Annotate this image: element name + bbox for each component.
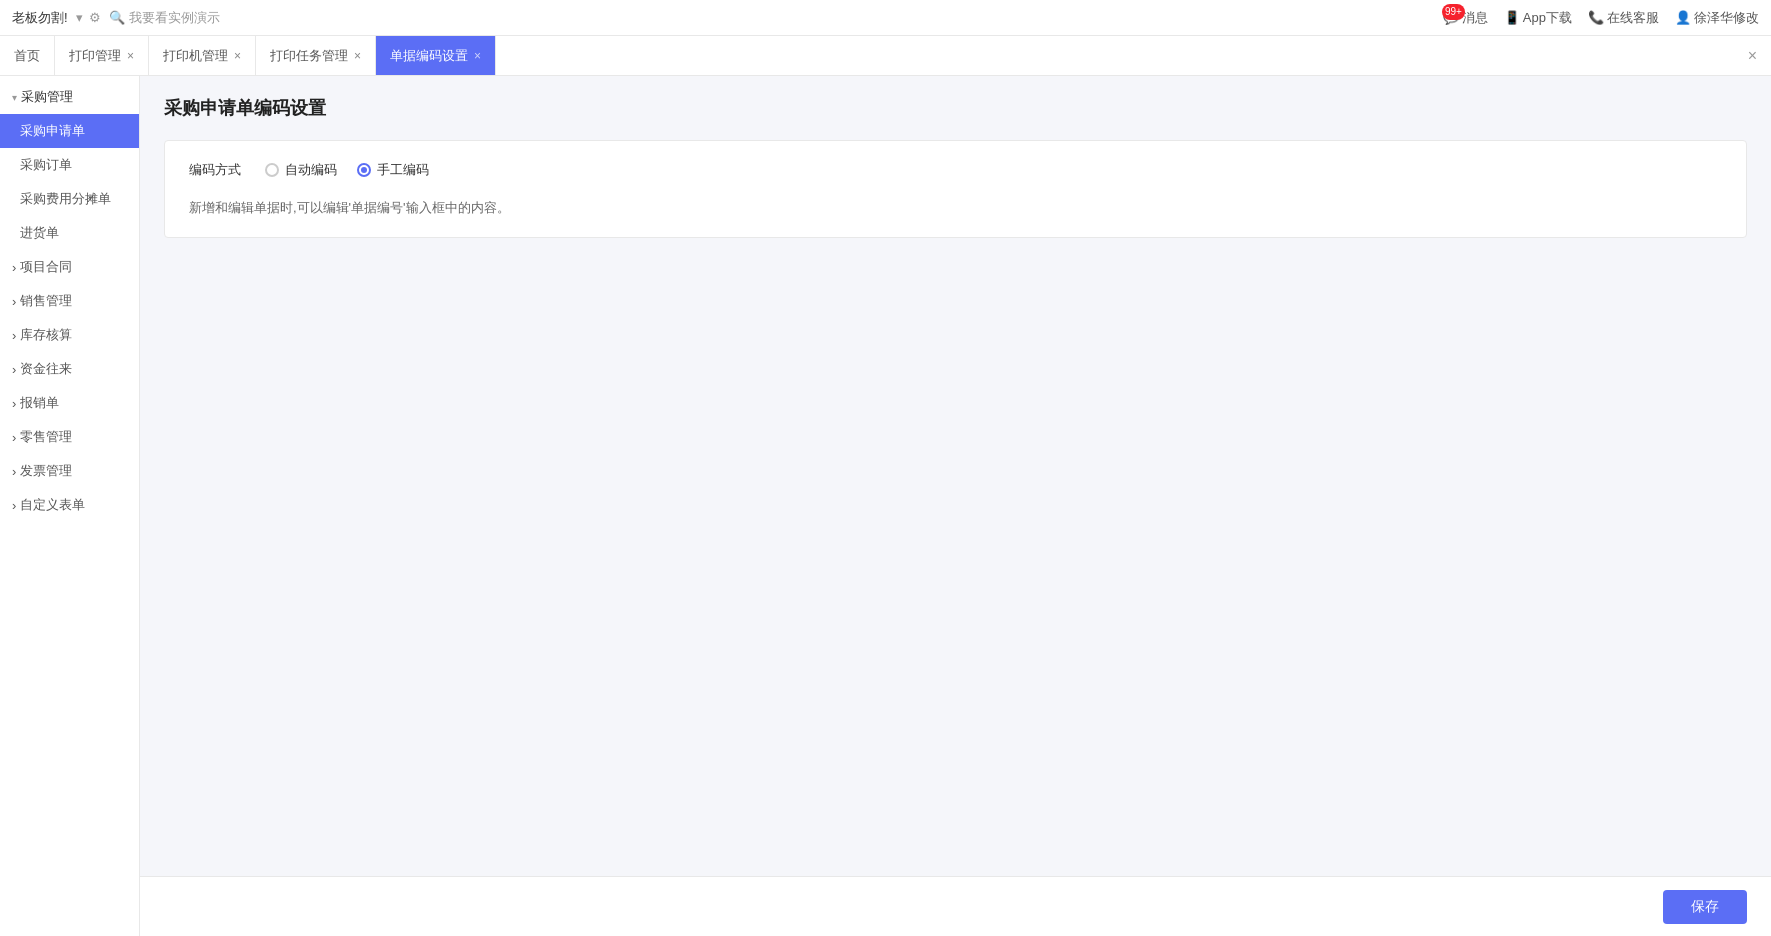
sidebar-group-sales-mgmt[interactable]: › 销售管理 xyxy=(0,284,139,318)
sidebar-group-retail-label: 零售管理 xyxy=(20,428,72,446)
manual-code-label: 手工编码 xyxy=(377,161,429,179)
arrow-icon-2: › xyxy=(12,260,16,275)
page-title: 采购申请单编码设置 xyxy=(164,96,1747,120)
sidebar-group-capital-label: 资金往来 xyxy=(20,360,72,378)
app-download-label: App下载 xyxy=(1523,9,1572,27)
sidebar-item-stock-in[interactable]: 进货单 xyxy=(0,216,139,250)
settings-icon[interactable]: ⚙ xyxy=(89,10,101,25)
app-download-item[interactable]: 📱 App下载 xyxy=(1504,9,1572,27)
sidebar-group-purchase: ▾ 采购管理 采购申请单 采购订单 采购费用分摊单 进货单 xyxy=(0,80,139,250)
manual-code-radio[interactable] xyxy=(357,163,371,177)
auto-code-option[interactable]: 自动编码 xyxy=(265,161,337,179)
top-bar: 老板勿割! ▾ ⚙ 🔍 我要看实例演示 💬 99+ 消息 📱 App下载 📞 在… xyxy=(0,0,1771,36)
auto-code-label: 自动编码 xyxy=(285,161,337,179)
tab-single-barcode-close[interactable]: × xyxy=(474,49,481,63)
notification-label: 消息 xyxy=(1462,9,1488,27)
top-bar-left: 老板勿割! ▾ ⚙ 🔍 我要看实例演示 xyxy=(12,9,220,27)
encoding-card: 编码方式 自动编码 手工编码 新增和编辑单据时,可以编辑'单据编号'输入框中的内… xyxy=(164,140,1747,238)
tab-bar: 首页 打印管理 × 打印机管理 × 打印任务管理 × 单据编码设置 × × xyxy=(0,36,1771,76)
arrow-icon-7: › xyxy=(12,430,16,445)
arrow-icon-5: › xyxy=(12,362,16,377)
tab-home[interactable]: 首页 xyxy=(0,36,55,75)
chevron-icon[interactable]: ▾ xyxy=(76,10,83,25)
top-bar-right: 💬 99+ 消息 📱 App下载 📞 在线客服 👤 徐泽华修改 xyxy=(1443,9,1759,27)
sidebar-item-purchase-request[interactable]: 采购申请单 xyxy=(0,114,139,148)
sidebar-item-purchase-expense[interactable]: 采购费用分摊单 xyxy=(0,182,139,216)
online-service-item[interactable]: 📞 在线客服 xyxy=(1588,9,1659,27)
sidebar-group-capital[interactable]: › 资金往来 xyxy=(0,352,139,386)
sidebar-group-purchase-title[interactable]: ▾ 采购管理 xyxy=(0,80,139,114)
tab-printer-mgmt[interactable]: 打印机管理 × xyxy=(149,36,256,75)
online-service-label: 在线客服 xyxy=(1607,9,1659,27)
sidebar-group-custom-forms[interactable]: › 自定义表单 xyxy=(0,488,139,522)
sidebar-group-purchase-label: 采购管理 xyxy=(21,88,73,106)
user-item[interactable]: 👤 徐泽华修改 xyxy=(1675,9,1759,27)
tab-print-mgmt[interactable]: 打印管理 × xyxy=(55,36,149,75)
hint-text: 新增和编辑单据时,可以编辑'单据编号'输入框中的内容。 xyxy=(189,199,1722,217)
sidebar-group-project-contract[interactable]: › 项目合同 xyxy=(0,250,139,284)
notification-wrap: 💬 99+ xyxy=(1443,10,1459,25)
sidebar-item-stock-in-label: 进货单 xyxy=(20,225,59,240)
tab-home-label: 首页 xyxy=(14,47,40,65)
sidebar-group-return-label: 报销单 xyxy=(20,394,59,412)
tab-single-barcode[interactable]: 单据编码设置 × xyxy=(376,36,496,75)
download-icon: 📱 xyxy=(1504,10,1520,25)
tab-print-task-mgmt[interactable]: 打印任务管理 × xyxy=(256,36,376,75)
search-text: 我要看实例演示 xyxy=(129,9,220,27)
tab-print-task-mgmt-close[interactable]: × xyxy=(354,49,361,63)
sidebar-item-purchase-expense-label: 采购费用分摊单 xyxy=(20,191,111,206)
encoding-row: 编码方式 自动编码 手工编码 xyxy=(189,161,1722,179)
tab-printer-mgmt-close[interactable]: × xyxy=(234,49,241,63)
main-layout: ▾ 采购管理 采购申请单 采购订单 采购费用分摊单 进货单 › 项目合同 › 销… xyxy=(0,76,1771,936)
content-area: 采购申请单编码设置 编码方式 自动编码 手工编码 xyxy=(140,76,1771,936)
sidebar-item-purchase-order-label: 采购订单 xyxy=(20,157,72,172)
tab-bar-global-close[interactable]: × xyxy=(1734,36,1771,75)
arrow-icon-8: › xyxy=(12,464,16,479)
sidebar-group-inventory[interactable]: › 库存核算 xyxy=(0,318,139,352)
save-button[interactable]: 保存 xyxy=(1663,890,1747,924)
content-inner: 采购申请单编码设置 编码方式 自动编码 手工编码 xyxy=(140,76,1771,876)
search-icon: 🔍 xyxy=(109,10,125,25)
user-name: 徐泽华修改 xyxy=(1694,9,1759,27)
tab-single-barcode-label: 单据编码设置 xyxy=(390,47,468,65)
brand-text: 老板勿割! xyxy=(12,9,68,27)
tab-print-task-mgmt-label: 打印任务管理 xyxy=(270,47,348,65)
notification-item[interactable]: 💬 99+ 消息 xyxy=(1443,9,1488,27)
arrow-icon-3: › xyxy=(12,294,16,309)
encoding-label: 编码方式 xyxy=(189,161,241,179)
user-icon: 👤 xyxy=(1675,10,1691,25)
sidebar-group-sales-mgmt-label: 销售管理 xyxy=(20,292,72,310)
sidebar-group-return[interactable]: › 报销单 xyxy=(0,386,139,420)
arrow-icon-4: › xyxy=(12,328,16,343)
sidebar-item-purchase-order[interactable]: 采购订单 xyxy=(0,148,139,182)
radio-group: 自动编码 手工编码 xyxy=(265,161,429,179)
arrow-icon-9: › xyxy=(12,498,16,513)
sidebar-group-invoice[interactable]: › 发票管理 xyxy=(0,454,139,488)
tab-print-mgmt-close[interactable]: × xyxy=(127,49,134,63)
sidebar-item-purchase-request-label: 采购申请单 xyxy=(20,123,85,138)
arrow-icon: ▾ xyxy=(12,92,17,103)
top-bar-icons: ▾ ⚙ xyxy=(76,10,101,25)
tab-printer-mgmt-label: 打印机管理 xyxy=(163,47,228,65)
tab-print-mgmt-label: 打印管理 xyxy=(69,47,121,65)
notification-badge: 99+ xyxy=(1442,4,1465,20)
arrow-icon-6: › xyxy=(12,396,16,411)
manual-code-option[interactable]: 手工编码 xyxy=(357,161,429,179)
sidebar-group-invoice-label: 发票管理 xyxy=(20,462,72,480)
sidebar-group-project-contract-label: 项目合同 xyxy=(20,258,72,276)
content-footer: 保存 xyxy=(140,876,1771,936)
sidebar-group-retail[interactable]: › 零售管理 xyxy=(0,420,139,454)
search-area[interactable]: 🔍 我要看实例演示 xyxy=(109,9,220,27)
sidebar: ▾ 采购管理 采购申请单 采购订单 采购费用分摊单 进货单 › 项目合同 › 销… xyxy=(0,76,140,936)
phone-icon: 📞 xyxy=(1588,10,1604,25)
sidebar-group-inventory-label: 库存核算 xyxy=(20,326,72,344)
sidebar-group-custom-forms-label: 自定义表单 xyxy=(20,496,85,514)
auto-code-radio[interactable] xyxy=(265,163,279,177)
